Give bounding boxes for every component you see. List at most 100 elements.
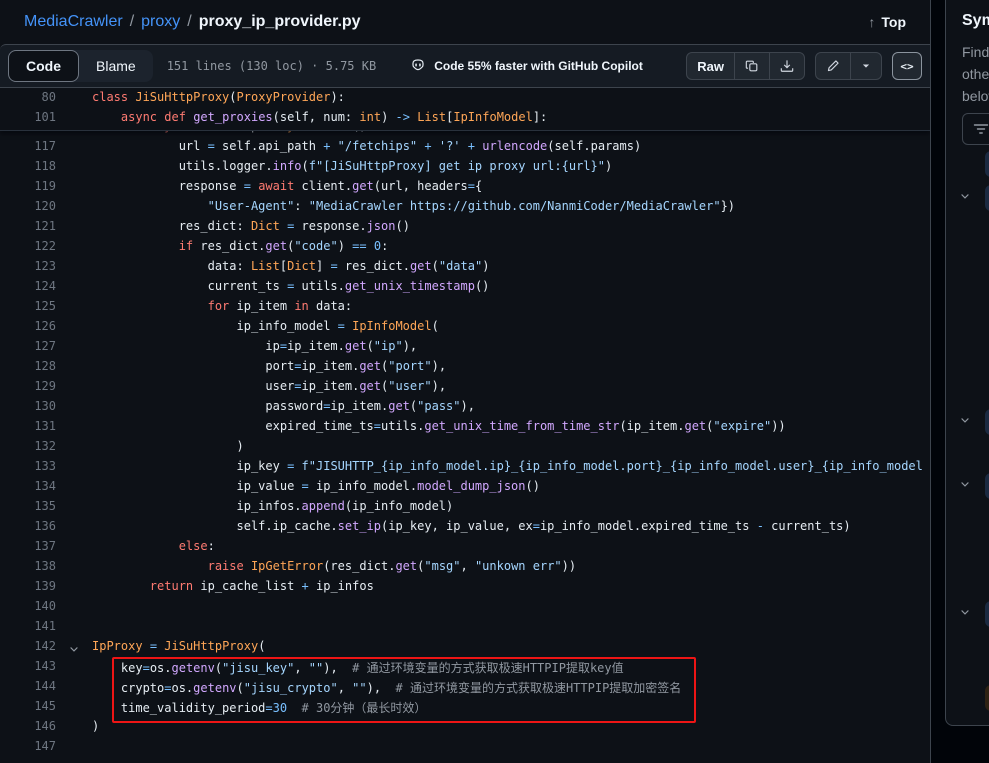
code-line: 135 ip_infos.append(ip_info_model) <box>0 499 930 519</box>
line-number[interactable]: 123 <box>0 259 56 279</box>
tab-code[interactable]: Code <box>8 50 79 82</box>
line-number[interactable]: 125 <box>0 299 56 319</box>
gutter-space <box>56 739 92 759</box>
edit-button-group <box>815 52 882 80</box>
line-number[interactable]: 147 <box>0 739 56 759</box>
code-line: 117 url = self.api_path + "/fetchips" + … <box>0 139 930 159</box>
line-number[interactable]: 141 <box>0 619 56 639</box>
line-number[interactable]: 122 <box>0 239 56 259</box>
line-number[interactable]: 137 <box>0 539 56 559</box>
gutter-space <box>56 719 92 739</box>
line-number[interactable]: 121 <box>0 219 56 239</box>
raw-button[interactable]: Raw <box>687 53 734 79</box>
edit-button[interactable] <box>816 53 850 79</box>
download-icon <box>780 59 794 73</box>
gutter-space <box>56 479 92 499</box>
code-text: url = self.api_path + "/fetchips" + '?' … <box>92 139 930 159</box>
gutter-space <box>56 259 92 279</box>
line-number[interactable]: 143 <box>0 659 56 679</box>
code-line: 123 data: List[Dict] = res_dict.get("dat… <box>0 259 930 279</box>
symbol-chip[interactable] <box>985 151 989 177</box>
gutter-space <box>56 599 92 619</box>
gutter-space <box>56 319 92 339</box>
line-number[interactable]: 145 <box>0 699 56 719</box>
line-number[interactable]: 129 <box>0 379 56 399</box>
code-line: 129 user=ip_item.get("user"), <box>0 379 930 399</box>
symbols-filter-button[interactable] <box>962 113 989 145</box>
line-number[interactable]: 146 <box>0 719 56 739</box>
code-line: 137 else: <box>0 539 930 559</box>
symbol-chip[interactable] <box>985 473 989 499</box>
chevron-down-icon[interactable] <box>959 413 971 431</box>
breadcrumb-repo-link[interactable]: MediaCrawler <box>24 13 123 30</box>
code-line: 101 async def get_proxies(self, num: int… <box>0 110 930 130</box>
gutter-space <box>56 659 92 679</box>
code-line: 124 current_ts = utils.get_unix_timestam… <box>0 279 930 299</box>
tab-blame[interactable]: Blame <box>79 50 153 82</box>
back-to-top-link[interactable]: ↑ Top <box>868 14 906 30</box>
line-number[interactable]: 135 <box>0 499 56 519</box>
line-number[interactable]: 101 <box>0 110 56 130</box>
line-number[interactable]: 130 <box>0 399 56 419</box>
symbol-chip[interactable] <box>985 185 989 211</box>
line-number[interactable]: 118 <box>0 159 56 179</box>
line-number[interactable]: 140 <box>0 599 56 619</box>
code-line: 118 utils.logger.info(f"[JiSuHttpProxy] … <box>0 159 930 179</box>
line-number[interactable]: 128 <box>0 359 56 379</box>
code-blame-switch: Code Blame <box>8 50 153 82</box>
code-line: 143 key=os.getenv("jisu_key", ""), # 通过环… <box>0 659 930 679</box>
gutter-space <box>56 90 92 110</box>
code-brackets-icon: <> <box>900 60 913 73</box>
code-line: 128 port=ip_item.get("port"), <box>0 359 930 379</box>
gutter-space <box>56 679 92 699</box>
symbol-chip[interactable] <box>985 409 989 435</box>
symbols-description-line: other <box>962 63 989 85</box>
pencil-icon <box>826 59 840 73</box>
copilot-banner[interactable]: Code 55% faster with GitHub Copilot <box>410 57 643 76</box>
line-number[interactable]: 144 <box>0 679 56 699</box>
chevron-down-icon[interactable] <box>959 189 971 207</box>
symbol-chip[interactable] <box>985 601 989 627</box>
line-number[interactable]: 142 <box>0 639 56 659</box>
code-text: async def get_proxies(self, num: int) ->… <box>92 110 930 130</box>
chevron-down-icon[interactable] <box>959 605 971 623</box>
download-button[interactable] <box>769 53 804 79</box>
gutter-space <box>56 459 92 479</box>
line-number[interactable]: 132 <box>0 439 56 459</box>
edit-dropdown-button[interactable] <box>850 53 881 79</box>
line-number[interactable]: 133 <box>0 459 56 479</box>
line-number[interactable]: 124 <box>0 279 56 299</box>
code-symbols-button[interactable]: <> <box>892 52 922 80</box>
line-number[interactable]: 138 <box>0 559 56 579</box>
line-number[interactable]: 127 <box>0 339 56 359</box>
line-number[interactable]: 131 <box>0 419 56 439</box>
code-line: 120 "User-Agent": "MediaCrawler https://… <box>0 199 930 219</box>
breadcrumb-separator: / <box>130 13 134 30</box>
code-text: ip_info_model = IpInfoModel( <box>92 319 930 339</box>
gutter-space <box>56 219 92 239</box>
file-view-column: MediaCrawler/proxy/proxy_ip_provider.py … <box>0 0 931 763</box>
line-number[interactable]: 136 <box>0 519 56 539</box>
code-line: 127 ip=ip_item.get("ip"), <box>0 339 930 359</box>
copy-button[interactable] <box>734 53 769 79</box>
line-number[interactable]: 119 <box>0 179 56 199</box>
gutter-space <box>56 699 92 719</box>
line-number[interactable]: 126 <box>0 319 56 339</box>
symbol-chip[interactable] <box>985 685 989 711</box>
breadcrumb: MediaCrawler/proxy/proxy_ip_provider.py <box>24 13 361 31</box>
code-line: 136 self.ip_cache.set_ip(ip_key, ip_valu… <box>0 519 930 539</box>
gutter-space <box>56 539 92 559</box>
line-number[interactable]: 120 <box>0 199 56 219</box>
code-text: for ip_item in data: <box>92 299 930 319</box>
line-number[interactable]: 117 <box>0 139 56 159</box>
code-line: 132 ) <box>0 439 930 459</box>
line-number[interactable]: 139 <box>0 579 56 599</box>
code-line: 126 ip_info_model = IpInfoModel( <box>0 319 930 339</box>
code-text: ip_key = f"JISUHTTP_{ip_info_model.ip}_{… <box>92 459 930 479</box>
line-number[interactable]: 134 <box>0 479 56 499</box>
breadcrumb-folder-link[interactable]: proxy <box>141 13 180 30</box>
code-text: port=ip_item.get("port"), <box>92 359 930 379</box>
line-number[interactable]: 80 <box>0 90 56 110</box>
chevron-down-icon[interactable] <box>959 477 971 495</box>
collapse-toggle-icon[interactable] <box>56 639 92 659</box>
